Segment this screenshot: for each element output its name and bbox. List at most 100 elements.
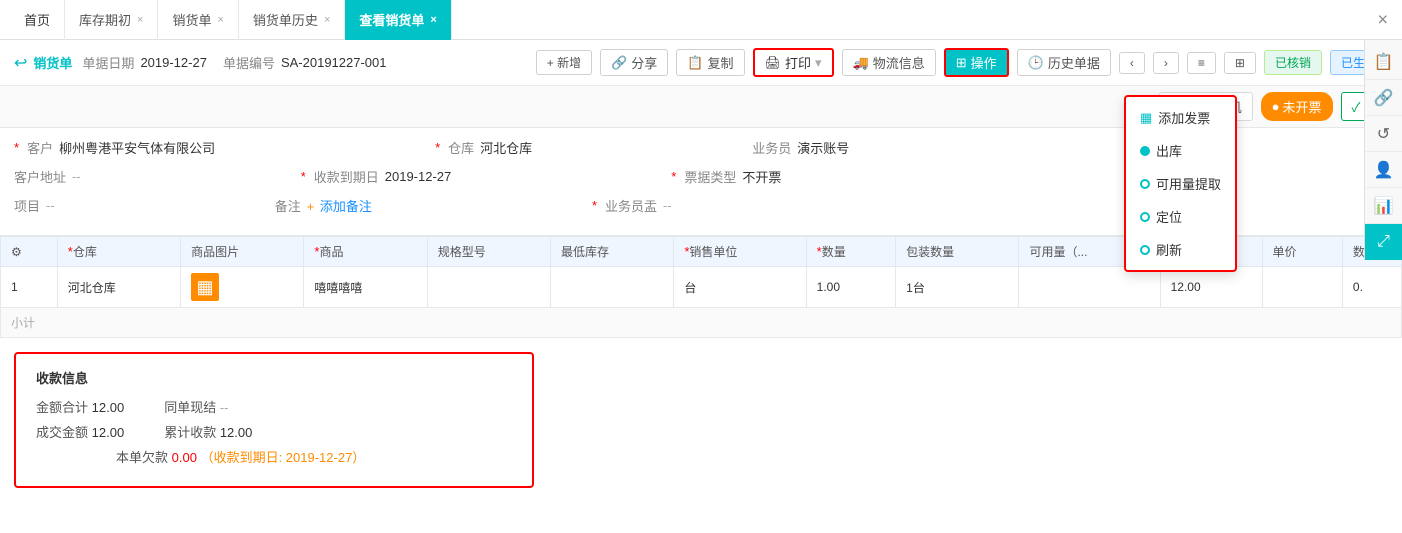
invoice-icon: ▦ [1140, 110, 1152, 126]
dot-outline-icon-3 [1140, 245, 1150, 255]
col-spec: 规格型号 [427, 237, 550, 267]
cell-img: ▦ [181, 267, 304, 308]
sidebar-icon-4[interactable]: 👤 [1365, 152, 1402, 188]
window-close-button[interactable]: × [1377, 9, 1388, 30]
doc-date-value: 2019-12-27 [140, 55, 207, 70]
dot-fill-icon [1140, 146, 1150, 156]
tab-bar: 首页 库存期初 × 销货单 × 销货单历史 × 查看销货单 × × [0, 0, 1402, 40]
add-note-link[interactable]: + 添加备注 [307, 196, 372, 215]
cell-num: 1 [1, 267, 58, 308]
cell-other: 0. [1342, 267, 1401, 308]
sidebar-icon-expand[interactable]: ⤢ [1365, 224, 1402, 260]
view2-button[interactable]: ⊞ [1224, 52, 1256, 74]
print-icon: 🖨 [765, 55, 782, 71]
dropdown-refresh[interactable]: 刷新 [1126, 233, 1235, 266]
cell-available [1019, 267, 1160, 308]
dropdown-add-invoice[interactable]: ▦ 添加发票 [1126, 101, 1235, 134]
share-button[interactable]: 🔗 分享 [600, 49, 668, 76]
project-field: 项目 -- [14, 196, 55, 215]
product-image: ▦ [191, 273, 219, 301]
summary-title: 收款信息 [36, 368, 512, 387]
tab-sales-history[interactable]: 销货单历史 × [239, 0, 345, 40]
address-field: 客户地址 -- [14, 167, 81, 186]
customer-field: * 客户 柳州粤港平安气体有限公司 [14, 138, 215, 157]
cell-current-stock: 12.00 [1160, 267, 1262, 308]
operate-dropdown: ▦ 添加发票 出库 可用量提取 定位 刷新 [1124, 95, 1237, 272]
doc-meta: 单据日期 2019-12-27 单据编号 SA-20191227-001 [82, 53, 386, 72]
nav-prev-button[interactable]: ‹ [1119, 52, 1145, 74]
sidebar-icon-1[interactable]: 📋 [1365, 44, 1402, 80]
doc-no-label: 单据编号 [223, 53, 275, 72]
dot-outline-icon-1 [1140, 179, 1150, 189]
view1-button[interactable]: ≡ [1187, 52, 1216, 74]
col-qty: *数量 [806, 237, 895, 267]
cell-pkg-qty: 1台 [896, 267, 1019, 308]
col-settings[interactable]: ⚙ [1, 237, 58, 267]
doc-header: ↩ 销货单 单据日期 2019-12-27 单据编号 SA-20191227-0… [0, 40, 1402, 86]
tab-sales-order[interactable]: 销货单 × [158, 0, 238, 40]
note-field: 备注 + 添加备注 [275, 196, 372, 215]
print-dropdown-arrow: ▾ [815, 55, 822, 71]
dropdown-out-warehouse[interactable]: 出库 [1126, 134, 1235, 167]
cell-unit: 台 [674, 267, 806, 308]
badge-sold: 已核销 [1264, 50, 1322, 75]
logistics-button[interactable]: 🚚 物流信息 [842, 49, 936, 76]
col-warehouse: *仓库 [57, 237, 180, 267]
cell-spec [427, 267, 550, 308]
share-icon: 🔗 [611, 55, 627, 71]
cell-warehouse: 河北仓库 [57, 267, 180, 308]
due-date-field: * 收款到期日 2019-12-27 [301, 167, 452, 186]
summary-row-1: 金额合计 12.00 同单现结 -- [36, 397, 512, 416]
summary-row-2: 成交金额 12.00 累计收款 12.00 [36, 422, 512, 441]
transaction-field: 成交金额 12.00 [36, 422, 124, 441]
history-button[interactable]: 🕒 历史单据 [1017, 49, 1111, 76]
staff2-field: * 业务员盂 -- [592, 196, 672, 215]
tab-inventory-init[interactable]: 库存期初 × [65, 0, 158, 40]
subtotal-row: 小计 [1, 308, 1402, 338]
tab-close-sales-order[interactable]: × [217, 14, 223, 26]
col-product-img: 商品图片 [181, 237, 304, 267]
col-product: *商品 [304, 237, 427, 267]
print-button[interactable]: 🖨 打印 ▾ [753, 48, 834, 77]
sidebar-icon-2[interactable]: 🔗 [1365, 80, 1402, 116]
sidebar-icon-3[interactable]: ↺ [1365, 116, 1402, 152]
warehouse-field: * 仓库 河北仓库 [435, 138, 532, 157]
doc-date-label: 单据日期 [82, 53, 134, 72]
new-button[interactable]: + 新增 [536, 50, 592, 75]
table-row: 1 河北仓库 ▦ 嘻嘻嘻嘻 台 1.00 1台 12.00 0. [1, 267, 1402, 308]
not-open-ticket-button[interactable]: ● 未开票 [1261, 92, 1333, 121]
tab-view-sales-order[interactable]: 查看销货单 × [345, 0, 451, 40]
col-pkg-qty: 包装数量 [896, 237, 1019, 267]
doc-actions: + 新增 🔗 分享 📋 复制 🖨 打印 ▾ 🚚 物流信息 ⊞ 操作 [536, 48, 1388, 77]
owe-field: 本单欠款 0.00 （收款到期日: 2019-12-27） [116, 447, 365, 466]
ticket-icon: ● [1272, 99, 1280, 114]
total-field: 金额合计 12.00 [36, 397, 124, 416]
tab-close-view-sales-order[interactable]: × [430, 14, 436, 26]
doc-icon: ↩ [14, 53, 27, 73]
dot-outline-icon-2 [1140, 212, 1150, 222]
nav-next-button[interactable]: › [1153, 52, 1179, 74]
summary-box: 收款信息 金额合计 12.00 同单现结 -- 成交金额 12.00 累计收款 [14, 352, 534, 488]
col-min-stock: 最低库存 [551, 237, 674, 267]
operate-icon: ⊞ [956, 55, 967, 71]
col-unit: *销售单位 [674, 237, 806, 267]
operate-button[interactable]: ⊞ 操作 [944, 48, 1009, 77]
summary-area: 收款信息 金额合计 12.00 同单现结 -- 成交金额 12.00 累计收款 [0, 338, 1402, 502]
doc-no-value: SA-20191227-001 [281, 55, 387, 70]
cell-min-stock [551, 267, 674, 308]
tab-home[interactable]: 首页 [10, 0, 65, 40]
tab-close-sales-history[interactable]: × [324, 14, 330, 26]
dropdown-locate[interactable]: 定位 [1126, 200, 1235, 233]
doc-title-area: ↩ 销货单 [14, 53, 72, 73]
copy-icon: 📋 [687, 55, 703, 71]
sidebar-icon-5[interactable]: 📊 [1365, 188, 1402, 224]
tab-close-inventory-init[interactable]: × [137, 14, 143, 26]
history-icon: 🕒 [1028, 55, 1044, 71]
copy-button[interactable]: 📋 复制 [676, 49, 744, 76]
cell-price [1262, 267, 1342, 308]
staff-field: 业务员 演示账号 [752, 138, 849, 157]
subtotal-label: 小计 [1, 308, 1402, 338]
dropdown-available-qty[interactable]: 可用量提取 [1126, 167, 1235, 200]
col-price: 单价 [1262, 237, 1342, 267]
cumulative-field: 累计收款 12.00 [164, 422, 252, 441]
